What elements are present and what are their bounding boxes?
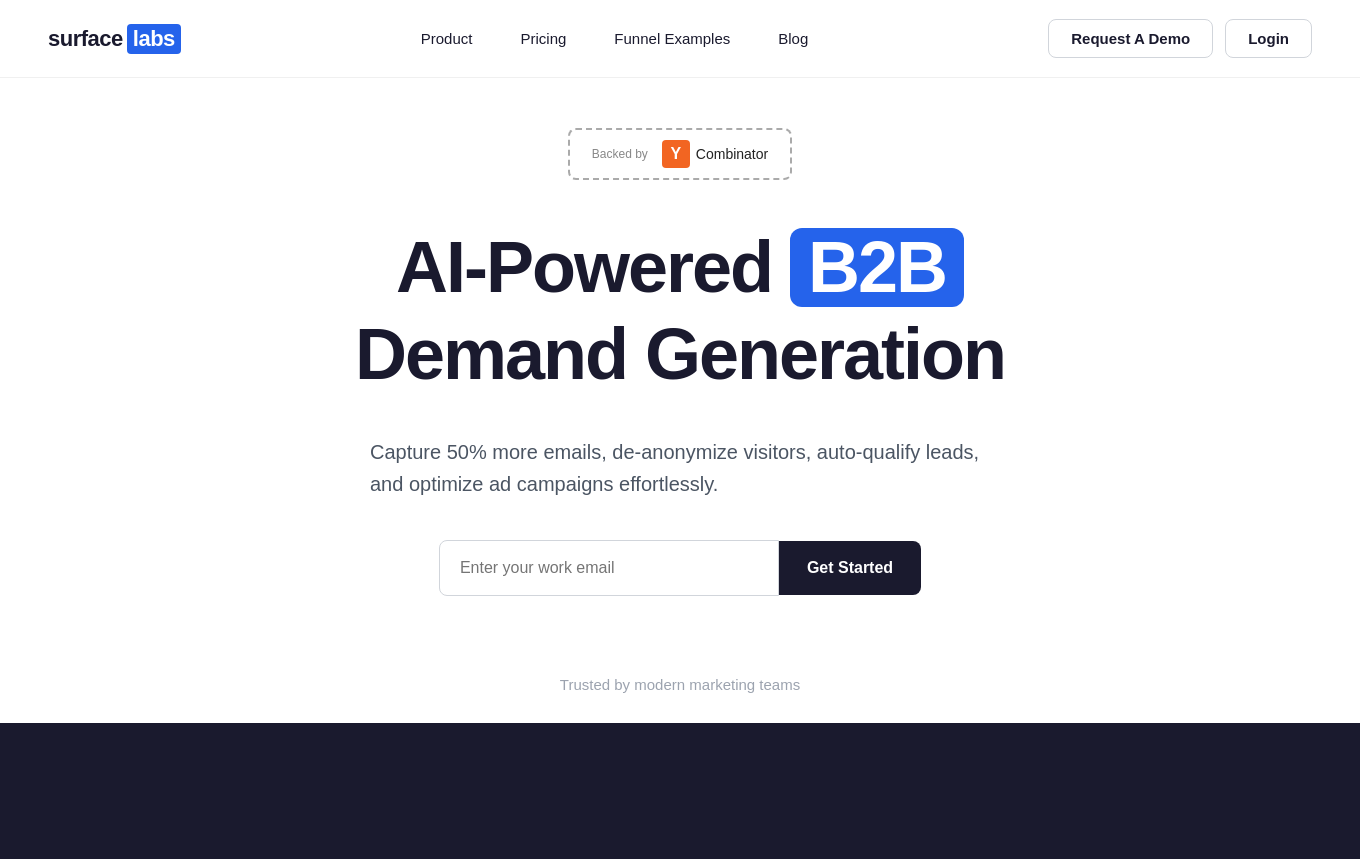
dark-footer-strip: [0, 723, 1360, 859]
yc-backed-text: Backed by: [592, 147, 648, 161]
yc-square-icon: Y: [662, 140, 690, 168]
request-demo-button[interactable]: Request A Demo: [1048, 19, 1213, 58]
logo-surface-text: surface: [48, 26, 123, 52]
hero-subheadline: Capture 50% more emails, de-anonymize vi…: [370, 436, 990, 500]
hero-section: Backed by Y Combinator AI-Powered B2B De…: [0, 78, 1360, 723]
headline-part1: AI-Powered: [396, 228, 772, 307]
get-started-button[interactable]: Get Started: [779, 541, 921, 595]
logo-labs-text: labs: [127, 24, 181, 54]
nav-link-blog[interactable]: Blog: [758, 22, 828, 55]
nav-actions: Request A Demo Login: [1048, 19, 1312, 58]
nav-link-funnel-examples[interactable]: Funnel Examples: [594, 22, 750, 55]
yc-combinator-text: Combinator: [696, 146, 768, 162]
nav-link-pricing[interactable]: Pricing: [500, 22, 586, 55]
navbar: surfacelabs Product Pricing Funnel Examp…: [0, 0, 1360, 78]
nav-links: Product Pricing Funnel Examples Blog: [401, 30, 829, 48]
yc-badge: Backed by Y Combinator: [568, 128, 792, 180]
email-form: Get Started: [439, 540, 921, 596]
nav-link-product[interactable]: Product: [401, 22, 493, 55]
email-input[interactable]: [439, 540, 779, 596]
trusted-text: Trusted by modern marketing teams: [560, 676, 800, 693]
yc-logo: Y Combinator: [662, 140, 768, 168]
logo[interactable]: surfacelabs: [48, 24, 181, 54]
headline-line2: Demand Generation: [355, 315, 1005, 394]
login-button[interactable]: Login: [1225, 19, 1312, 58]
hero-headline: AI-Powered B2B Demand Generation: [355, 228, 1005, 394]
b2b-badge: B2B: [790, 228, 964, 307]
